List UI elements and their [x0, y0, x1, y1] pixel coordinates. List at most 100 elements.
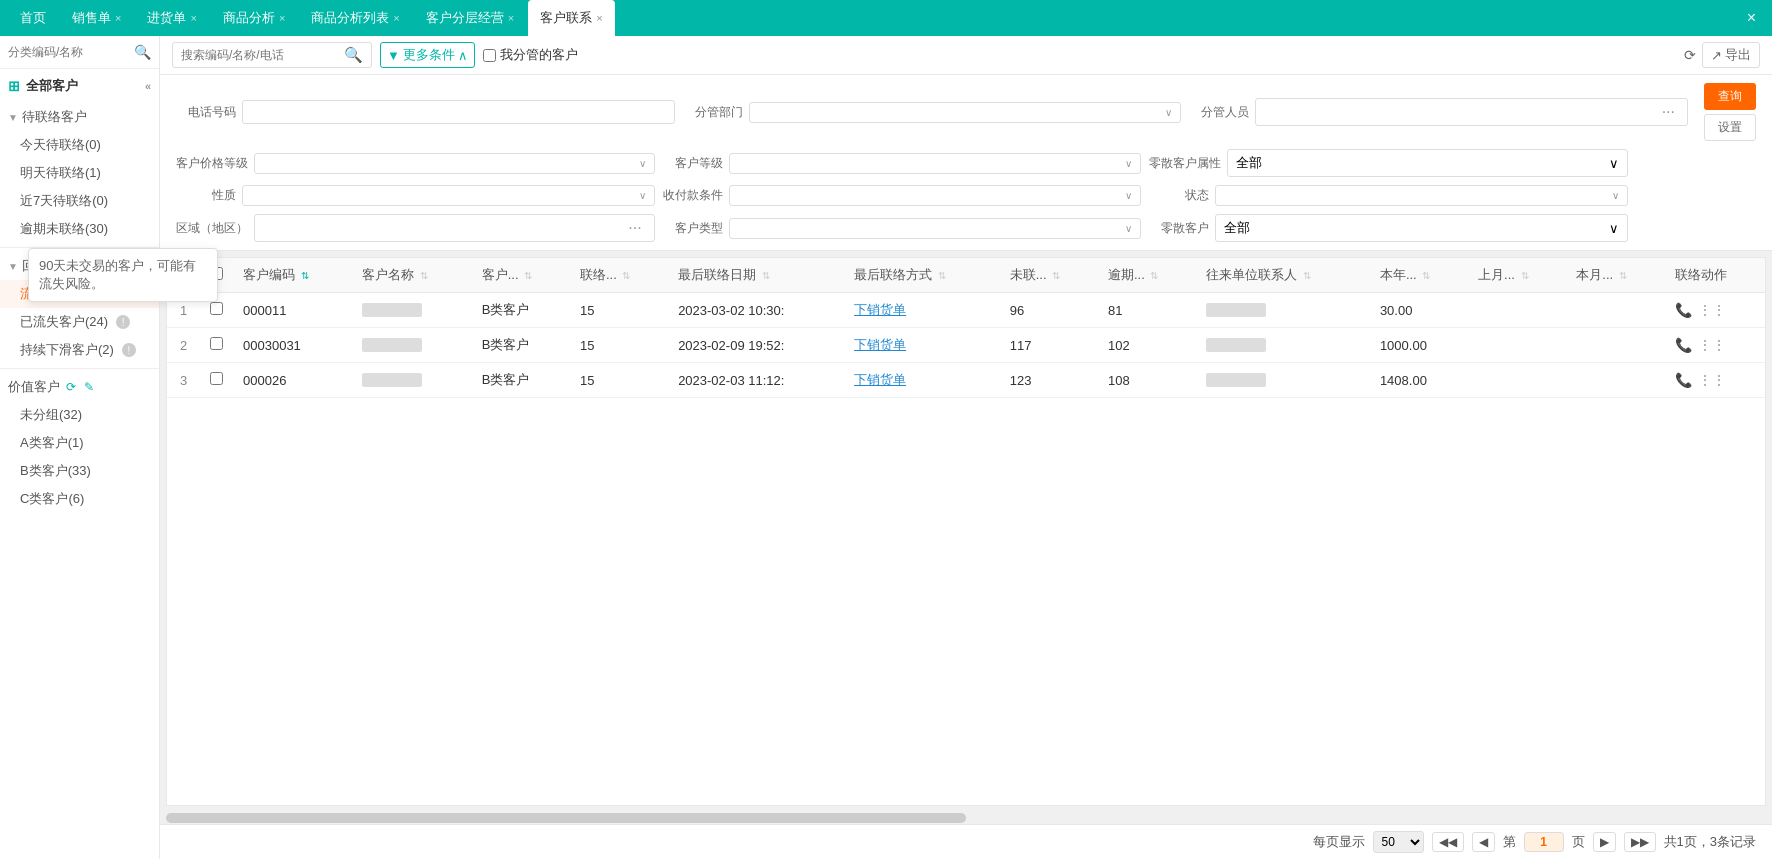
sidebar-item-overdue[interactable]: 逾期未联络(30): [0, 215, 159, 243]
th-unlinked[interactable]: 未联... ⇅: [1000, 258, 1098, 293]
per-page-select[interactable]: 50 20 100: [1373, 831, 1424, 853]
sidebar-item-ungrouped[interactable]: 未分组(32): [0, 401, 159, 429]
sort-icon-method[interactable]: ⇅: [938, 270, 946, 281]
export-button[interactable]: ↗ 导出: [1702, 42, 1760, 68]
th-contact-person[interactable]: 往来单位联系人 ⇅: [1196, 258, 1370, 293]
close-tab-icon[interactable]: ×: [508, 12, 514, 24]
sort-icon-overdue[interactable]: ⇅: [1150, 270, 1158, 281]
close-tab-icon[interactable]: ×: [393, 12, 399, 24]
sidebar-search-icon[interactable]: 🔍: [134, 44, 151, 60]
window-close-button[interactable]: ×: [1739, 5, 1764, 31]
row-checkbox-cell[interactable]: [200, 328, 233, 363]
more-action-icon[interactable]: ⋮⋮: [1698, 337, 1726, 353]
th-overdue[interactable]: 逾期... ⇅: [1098, 258, 1196, 293]
sidebar-item-tomorrow[interactable]: 明天待联络(1): [0, 159, 159, 187]
filter-region-select[interactable]: ···: [254, 214, 655, 242]
close-tab-icon[interactable]: ×: [279, 12, 285, 24]
sidebar-item-b-class[interactable]: B类客户(33): [0, 457, 159, 485]
filter-phone-input[interactable]: [242, 100, 675, 124]
collapse-icon[interactable]: «: [145, 80, 151, 92]
nav-tab-进货单[interactable]: 进货单 ×: [135, 0, 208, 36]
ellipsis-icon2[interactable]: ···: [624, 219, 645, 237]
row-checkbox[interactable]: [210, 302, 223, 315]
contact-action-icon[interactable]: 📞: [1675, 372, 1692, 388]
sort-icon-person[interactable]: ⇅: [1303, 270, 1311, 281]
sort-icon-contact[interactable]: ⇅: [622, 270, 630, 281]
sort-icon-code[interactable]: ⇅: [301, 270, 309, 281]
th-last-contact-method[interactable]: 最后联络方式 ⇅: [844, 258, 1000, 293]
row-last-contact-method[interactable]: 下销货单: [844, 328, 1000, 363]
th-contact[interactable]: 联络... ⇅: [570, 258, 668, 293]
close-tab-icon[interactable]: ×: [596, 12, 602, 24]
contact-method-link[interactable]: 下销货单: [854, 302, 906, 317]
row-last-contact-method[interactable]: 下销货单: [844, 363, 1000, 398]
settings-button[interactable]: 设置: [1704, 114, 1756, 141]
contact-action-icon[interactable]: 📞: [1675, 302, 1692, 318]
sort-icon-last-month[interactable]: ⇅: [1521, 270, 1529, 281]
scrollbar-thumb[interactable]: [166, 813, 966, 823]
filter-dept-select[interactable]: ∨: [749, 102, 1182, 123]
row-last-contact-method[interactable]: 下销货单: [844, 293, 1000, 328]
sidebar-root-header[interactable]: ⊞ 全部客户 «: [0, 69, 159, 103]
prev-page-button[interactable]: ◀: [1472, 832, 1495, 852]
sort-icon-unlinked[interactable]: ⇅: [1052, 270, 1060, 281]
th-customer-name[interactable]: 客户名称 ⇅: [352, 258, 471, 293]
filter-payment-select[interactable]: ∨: [729, 185, 1142, 206]
sort-icon-date[interactable]: ⇅: [762, 270, 770, 281]
more-action-icon[interactable]: ⋮⋮: [1698, 302, 1726, 318]
filter-retail-attr-select[interactable]: 全部 ∨: [1227, 149, 1628, 177]
sidebar-group-pending[interactable]: ▼ 待联络客户: [0, 103, 159, 131]
sidebar-item-7days[interactable]: 近7天待联络(0): [0, 187, 159, 215]
filter-manager-select[interactable]: ···: [1255, 98, 1688, 126]
close-tab-icon[interactable]: ×: [190, 12, 196, 24]
sidebar-item-declining[interactable]: 持续下滑客户(2) !: [0, 336, 159, 364]
row-checkbox-cell[interactable]: [200, 363, 233, 398]
sort-icon-type[interactable]: ⇅: [524, 270, 532, 281]
sidebar-group-value[interactable]: 价值客户 ⟳ ✎: [0, 373, 159, 401]
filter-nature-select[interactable]: ∨: [242, 185, 655, 206]
contact-method-link[interactable]: 下销货单: [854, 337, 906, 352]
contact-method-link[interactable]: 下销货单: [854, 372, 906, 387]
main-search-icon[interactable]: 🔍: [344, 46, 363, 64]
my-customer-checkbox-wrap[interactable]: 我分管的客户: [483, 46, 578, 64]
nav-tab-商品分析[interactable]: 商品分析 ×: [211, 0, 297, 36]
filter-customer-type-select[interactable]: ∨: [729, 218, 1142, 239]
row-checkbox[interactable]: [210, 337, 223, 350]
main-search-input[interactable]: [181, 48, 340, 62]
nav-tab-客户分层经营[interactable]: 客户分层经营 ×: [414, 0, 526, 36]
ellipsis-icon[interactable]: ···: [1658, 103, 1679, 121]
nav-tab-销售单[interactable]: 销售单 ×: [60, 0, 133, 36]
first-page-button[interactable]: ◀◀: [1432, 832, 1464, 852]
sidebar-item-a-class[interactable]: A类客户(1): [0, 429, 159, 457]
filter-customer-level-select[interactable]: ∨: [729, 153, 1142, 174]
sort-icon-name[interactable]: ⇅: [420, 270, 428, 281]
horizontal-scrollbar[interactable]: [166, 812, 1766, 824]
sidebar-search-input[interactable]: [8, 45, 130, 59]
refresh-icon[interactable]: ⟳: [1684, 47, 1696, 63]
close-tab-icon[interactable]: ×: [115, 12, 121, 24]
nav-tab-客户联系[interactable]: 客户联系 ×: [528, 0, 614, 36]
nav-tab-商品分析列表[interactable]: 商品分析列表 ×: [299, 0, 411, 36]
next-page-button[interactable]: ▶: [1593, 832, 1616, 852]
nav-tab-首页[interactable]: 首页: [8, 0, 58, 36]
edit-icon[interactable]: ✎: [84, 380, 94, 394]
th-customer-type[interactable]: 客户... ⇅: [472, 258, 570, 293]
refresh-icon[interactable]: ⟳: [66, 380, 76, 394]
th-customer-code[interactable]: 客户编码 ⇅: [233, 258, 352, 293]
more-filter-button[interactable]: ▼ 更多条件 ∧: [380, 42, 475, 68]
sidebar-item-today[interactable]: 今天待联络(0): [0, 131, 159, 159]
sort-icon-year[interactable]: ⇅: [1422, 270, 1430, 281]
last-page-button[interactable]: ▶▶: [1624, 832, 1656, 852]
page-number-input[interactable]: [1524, 832, 1564, 852]
contact-action-icon[interactable]: 📞: [1675, 337, 1692, 353]
sort-icon-this-month[interactable]: ⇅: [1619, 270, 1627, 281]
my-customer-checkbox[interactable]: [483, 49, 496, 62]
sidebar-item-churned[interactable]: 已流失客户(24) !: [0, 308, 159, 336]
query-button[interactable]: 查询: [1704, 83, 1756, 110]
filter-status-select[interactable]: ∨: [1215, 185, 1628, 206]
th-last-contact-date[interactable]: 最后联络日期 ⇅: [668, 258, 844, 293]
row-checkbox[interactable]: [210, 372, 223, 385]
th-last-month[interactable]: 上月... ⇅: [1468, 258, 1566, 293]
more-action-icon[interactable]: ⋮⋮: [1698, 372, 1726, 388]
filter-retail-customer-select[interactable]: 全部 ∨: [1215, 214, 1628, 242]
